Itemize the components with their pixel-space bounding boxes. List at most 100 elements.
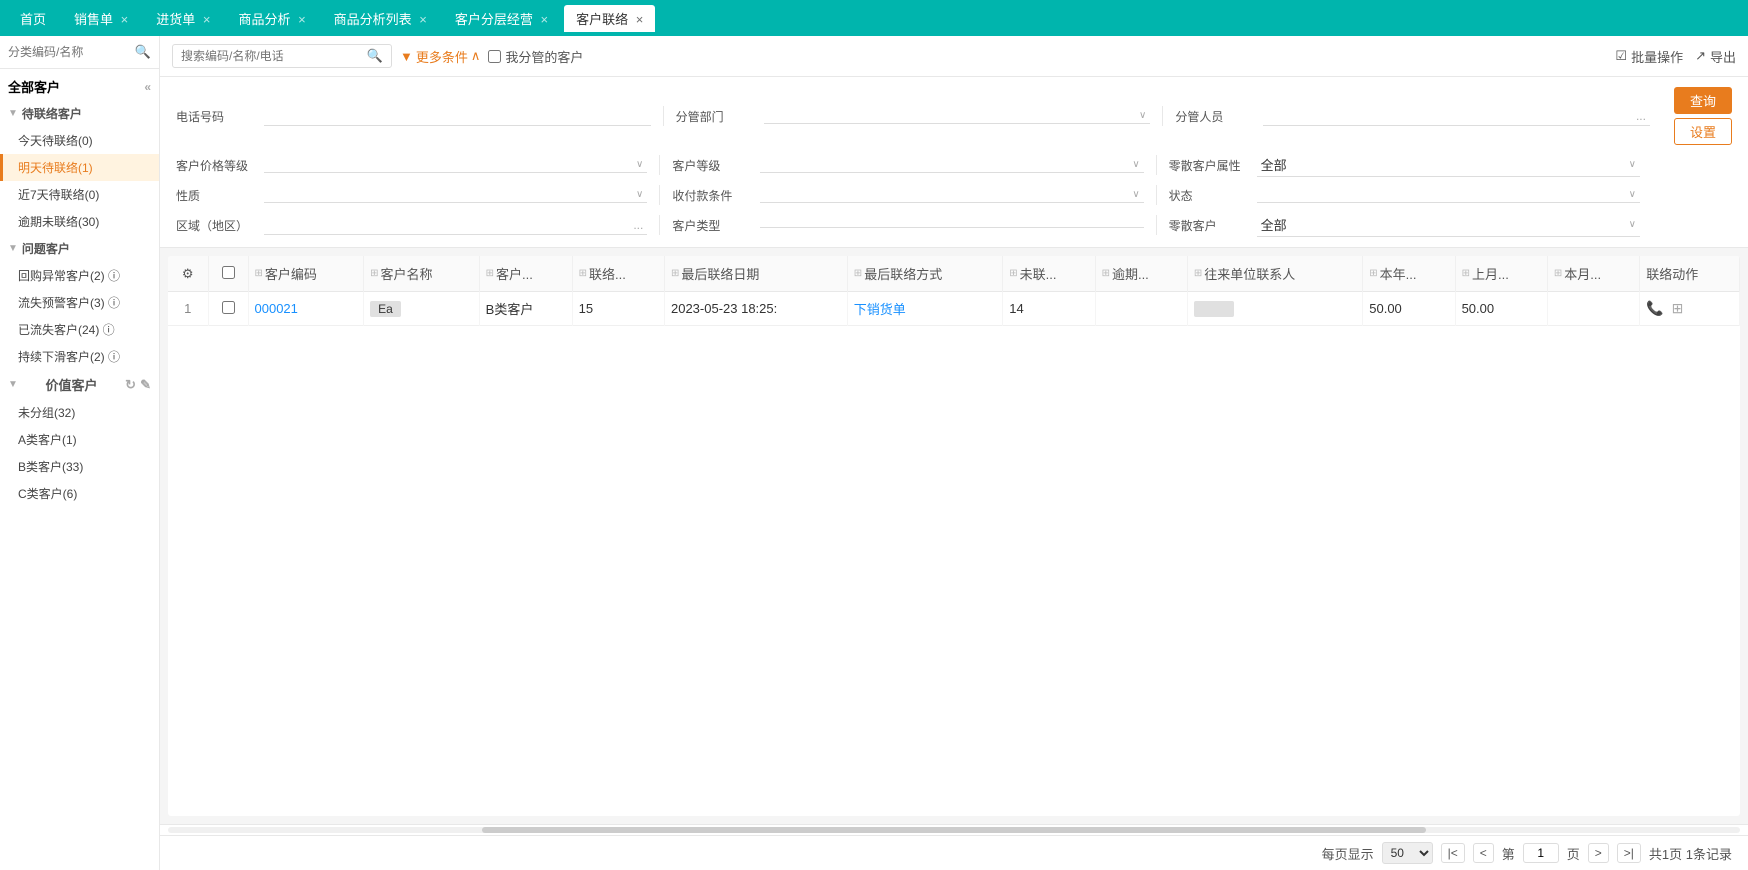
sidebar-group-value[interactable]: 价值客户 ↻ ✎ — [0, 370, 159, 399]
sidebar-item-ungroup[interactable]: 未分组(32) — [0, 399, 159, 426]
value-edit-icon[interactable]: ✎ — [140, 377, 151, 393]
last-page-btn[interactable]: >| — [1617, 843, 1641, 863]
sort-name[interactable]: 客户名称 — [370, 264, 473, 283]
nav-close-sales[interactable]: × — [121, 12, 129, 27]
sidebar-item-tomorrow[interactable]: 明天待联络(1) — [0, 154, 159, 181]
nature-select[interactable]: ∨ — [264, 187, 647, 203]
sidebar-item-churn-warn[interactable]: 流失预警客户(3) ⓘ — [0, 289, 159, 316]
sort-this-year[interactable]: 本年... — [1369, 264, 1448, 283]
nav-close-purchase[interactable]: × — [203, 12, 211, 27]
dept-select[interactable]: ∨ — [764, 108, 1151, 124]
nav-close-analysis-list[interactable]: × — [419, 12, 427, 27]
page-number-input[interactable] — [1523, 843, 1559, 863]
col-last-date: 最后联络日期 — [664, 256, 847, 292]
manager-ellipsis[interactable]: ... — [1636, 109, 1646, 123]
retail-customer-select[interactable]: 全部 ∨ — [1257, 213, 1640, 237]
customer-code-link[interactable]: 000021 — [255, 301, 298, 316]
customer-name-masked[interactable]: Ea — [370, 301, 401, 317]
filter-manager: 分管人员 ... — [1175, 107, 1650, 126]
sidebar-search-input[interactable] — [8, 45, 135, 59]
search-icon[interactable]: 🔍 — [367, 48, 383, 64]
retail-customer-value: 全部 — [1261, 215, 1287, 234]
my-customers-checkbox[interactable] — [488, 50, 501, 63]
nav-analysis[interactable]: 商品分析 × — [226, 5, 317, 32]
sidebar-collapse-icon[interactable]: « — [144, 80, 151, 94]
col-action: 联络动作 — [1640, 256, 1740, 292]
nav-home[interactable]: 首页 — [8, 5, 58, 32]
nav-sales[interactable]: 销售单 × — [62, 5, 140, 32]
filter-phone: 电话号码 — [176, 107, 651, 126]
next-page-btn[interactable]: > — [1588, 843, 1609, 863]
per-page-select[interactable]: 50 20 100 — [1382, 842, 1433, 864]
status-select[interactable]: ∨ — [1257, 187, 1640, 203]
last-method-link[interactable]: 下销货单 — [854, 302, 906, 317]
grid-action-icon[interactable]: ⊞ — [1672, 300, 1684, 317]
reset-btn[interactable]: 设置 — [1674, 118, 1732, 145]
region-select[interactable]: ... — [264, 216, 647, 235]
nav-analysis-list[interactable]: 商品分析列表 × — [322, 5, 439, 32]
customer-level-select[interactable]: ∨ — [760, 157, 1143, 173]
sort-last-date[interactable]: 最后联络日期 — [671, 264, 841, 283]
more-filters-label: 更多条件 — [416, 47, 468, 66]
query-btn[interactable]: 查询 — [1674, 87, 1732, 114]
nav-customer-tier[interactable]: 客户分层经营 × — [443, 5, 560, 32]
customer-type-select[interactable] — [760, 223, 1143, 228]
sidebar-search-icon[interactable]: 🔍 — [135, 44, 151, 60]
sidebar-item-lost[interactable]: 已流失客户(24) ⓘ — [0, 316, 159, 343]
filter-row-2: 客户价格等级 ∨ 客户等级 ∨ 零散客户属性 — [176, 153, 1732, 177]
sidebar-item-abnormal[interactable]: 回购异常客户(2) ⓘ — [0, 262, 159, 289]
sort-last-method[interactable]: 最后联络方式 — [854, 264, 996, 283]
phone-input[interactable] — [264, 107, 651, 126]
sidebar-item-today[interactable]: 今天待联络(0) — [0, 127, 159, 154]
sidebar-item-7days[interactable]: 近7天待联络(0) — [0, 181, 159, 208]
sort-code[interactable]: 客户编码 — [255, 264, 358, 283]
sort-overdue[interactable]: 逾期... — [1102, 264, 1181, 283]
search-input[interactable] — [181, 49, 367, 63]
sort-last-month[interactable]: 上月... — [1462, 264, 1541, 283]
nav-customer-contact[interactable]: 客户联络 × — [564, 5, 655, 32]
select-all-checkbox[interactable] — [222, 266, 235, 279]
price-level-select[interactable]: ∨ — [264, 157, 647, 173]
sidebar-item-overdue[interactable]: 逾期未联络(30) — [0, 208, 159, 235]
sidebar-group-pending[interactable]: 待联络客户 — [0, 100, 159, 127]
batch-op-btn[interactable]: ☑ 批量操作 — [1615, 47, 1683, 66]
more-filters-btn[interactable]: ▼ 更多条件 ∧ — [400, 47, 480, 66]
sort-contact-count[interactable]: 联络... — [579, 264, 658, 283]
col-checkbox — [208, 256, 248, 292]
sidebar-item-declining[interactable]: 持续下滑客户(2) ⓘ — [0, 343, 159, 370]
nature-label: 性质 — [176, 187, 256, 204]
search-input-wrap: 🔍 — [172, 44, 392, 68]
export-btn[interactable]: ↗ 导出 — [1695, 47, 1736, 66]
col-code: 客户编码 — [248, 256, 364, 292]
page-suffix: 页 — [1567, 844, 1580, 863]
sort-not-contacted[interactable]: 未联... — [1009, 264, 1088, 283]
retail-attr-select[interactable]: 全部 ∨ — [1257, 153, 1640, 177]
sidebar-item-a-class[interactable]: A类客户(1) — [0, 426, 159, 453]
phone-action-icon[interactable]: 📞 — [1646, 300, 1663, 317]
scrollbar-thumb[interactable] — [482, 827, 1425, 833]
prev-page-btn[interactable]: < — [1473, 843, 1494, 863]
sort-this-month[interactable]: 本月... — [1554, 264, 1633, 283]
sort-type[interactable]: 客户... — [486, 264, 566, 283]
nav-close-contact[interactable]: × — [636, 12, 644, 27]
manager-select[interactable]: ... — [1263, 107, 1650, 126]
filter-retail-attr: 零散客户属性 全部 ∨ — [1169, 153, 1640, 177]
nav-close-tier[interactable]: × — [541, 12, 549, 27]
sidebar-group-problem[interactable]: 问题客户 — [0, 235, 159, 262]
col-last-month: 上月... — [1455, 256, 1547, 292]
sort-unit-contact[interactable]: 往来单位联系人 — [1194, 264, 1356, 283]
col-overdue: 逾期... — [1095, 256, 1187, 292]
first-page-btn[interactable]: |< — [1441, 843, 1465, 863]
nav-close-analysis[interactable]: × — [298, 12, 306, 27]
region-label: 区域（地区） — [176, 217, 256, 234]
table-wrapper: ⚙ 客户编码 客户名称 客户... 联络... 最后联络日期 最后联络方式 未联… — [168, 256, 1740, 816]
sidebar-item-b-class[interactable]: B类客户(33) — [0, 453, 159, 480]
payment-select[interactable]: ∨ — [760, 187, 1143, 203]
row-select-checkbox[interactable] — [222, 301, 235, 314]
region-ellipsis[interactable]: ... — [633, 218, 643, 232]
sidebar-item-c-class[interactable]: C类客户(6) — [0, 480, 159, 507]
value-refresh-icon[interactable]: ↻ — [125, 377, 136, 393]
sidebar-all-customers[interactable]: 全部客户 « — [0, 69, 159, 100]
nav-purchase[interactable]: 进货单 × — [144, 5, 222, 32]
col-settings[interactable]: ⚙ — [168, 256, 208, 292]
